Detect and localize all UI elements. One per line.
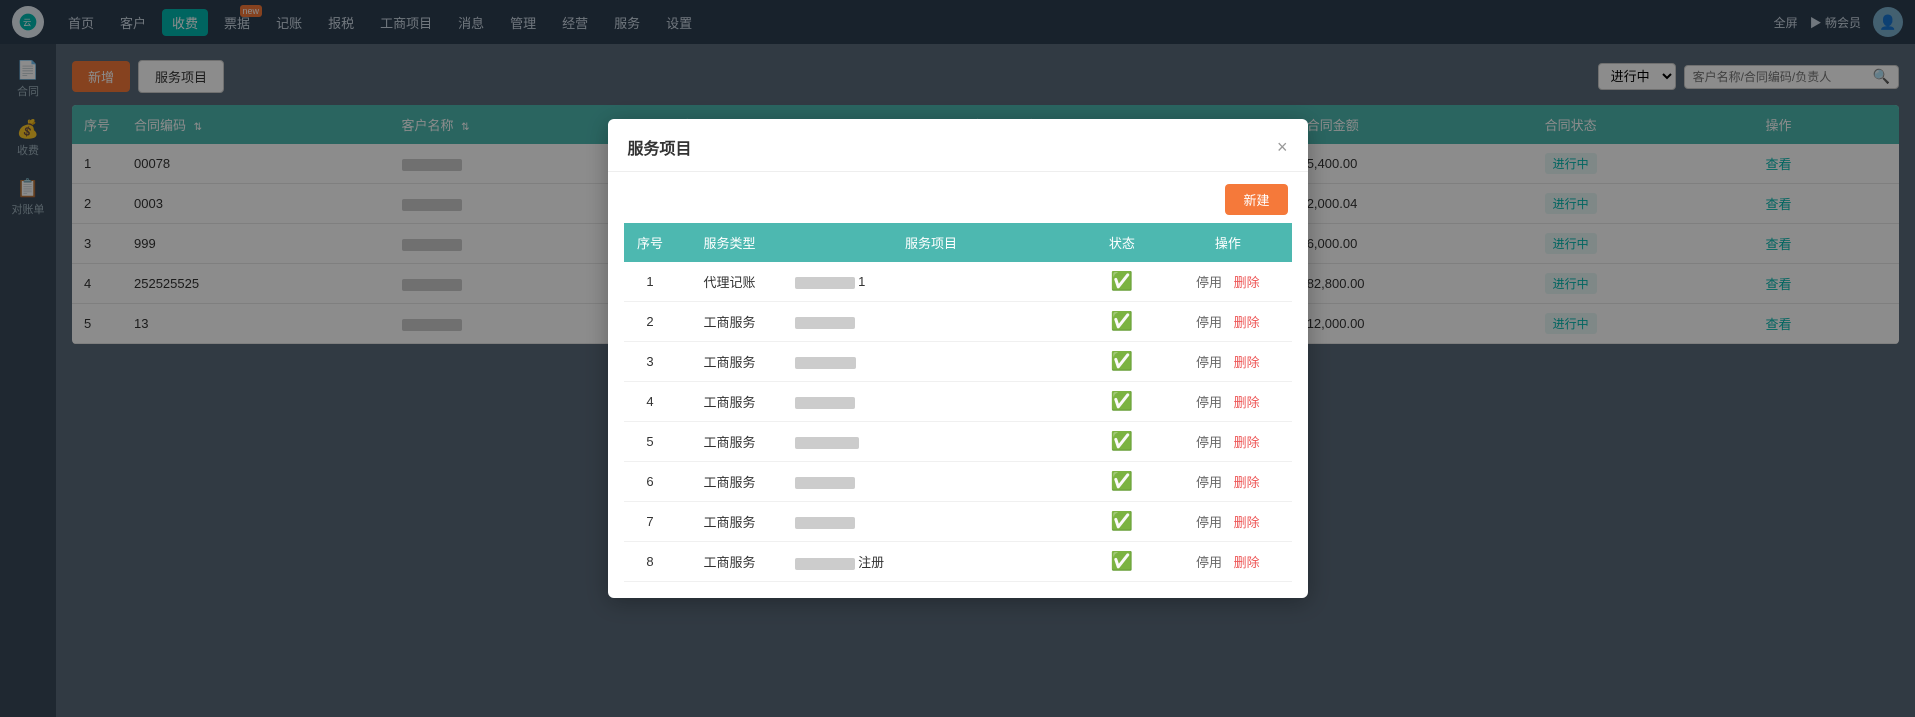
modal-cell-item: 1 xyxy=(783,262,1080,302)
modal-cell-type: 工商服务 xyxy=(677,502,783,542)
modal-cell-seq: 2 xyxy=(624,302,677,342)
modal-cell-status: ✅ xyxy=(1079,542,1164,582)
item-blurred xyxy=(795,477,855,489)
delete-button[interactable]: 删除 xyxy=(1234,315,1260,330)
delete-button[interactable]: 删除 xyxy=(1234,355,1260,370)
modal-cell-action: 停用 删除 xyxy=(1164,462,1291,502)
modal-cell-status: ✅ xyxy=(1079,262,1164,302)
modal-col-status: 状态 xyxy=(1079,223,1164,262)
stop-button[interactable]: 停用 xyxy=(1196,555,1222,570)
item-blurred xyxy=(795,357,856,369)
modal-cell-status: ✅ xyxy=(1079,462,1164,502)
delete-button[interactable]: 删除 xyxy=(1234,395,1260,410)
modal-cell-action: 停用 删除 xyxy=(1164,502,1291,542)
modal-table-row: 1 代理记账 1 ✅ 停用 删除 xyxy=(624,262,1292,302)
modal-cell-type: 工商服务 xyxy=(677,542,783,582)
modal-cell-type: 工商服务 xyxy=(677,422,783,462)
stop-button[interactable]: 停用 xyxy=(1196,355,1222,370)
modal-cell-seq: 3 xyxy=(624,342,677,382)
modal-cell-status: ✅ xyxy=(1079,342,1164,382)
delete-button[interactable]: 删除 xyxy=(1234,515,1260,530)
modal-cell-action: 停用 删除 xyxy=(1164,262,1291,302)
modal-cell-action: 停用 删除 xyxy=(1164,342,1291,382)
modal-cell-seq: 1 xyxy=(624,262,677,302)
modal-cell-item xyxy=(783,382,1080,422)
status-check-icon: ✅ xyxy=(1111,271,1133,291)
delete-button[interactable]: 删除 xyxy=(1234,435,1260,450)
stop-button[interactable]: 停用 xyxy=(1196,315,1222,330)
status-check-icon: ✅ xyxy=(1111,471,1133,491)
status-check-icon: ✅ xyxy=(1111,311,1133,331)
modal-col-type: 服务类型 xyxy=(677,223,783,262)
modal-cell-status: ✅ xyxy=(1079,422,1164,462)
modal-cell-type: 工商服务 xyxy=(677,302,783,342)
modal-cell-action: 停用 删除 xyxy=(1164,302,1291,342)
modal-toolbar: 新建 xyxy=(608,172,1308,223)
modal-col-item: 服务项目 xyxy=(783,223,1080,262)
modal-overlay[interactable]: 服务项目 × 新建 序号 服务类型 服务项目 状态 操作 1 代理记账 1 xyxy=(0,0,1915,717)
stop-button[interactable]: 停用 xyxy=(1196,435,1222,450)
modal-table: 序号 服务类型 服务项目 状态 操作 1 代理记账 1 ✅ 停用 删除 2 工商… xyxy=(624,223,1292,582)
delete-button[interactable]: 删除 xyxy=(1234,275,1260,290)
modal-table-row: 3 工商服务 ✅ 停用 删除 xyxy=(624,342,1292,382)
modal-cell-type: 代理记账 xyxy=(677,262,783,302)
modal-title: 服务项目 xyxy=(628,135,692,159)
stop-button[interactable]: 停用 xyxy=(1196,475,1222,490)
status-check-icon: ✅ xyxy=(1111,511,1133,531)
stop-button[interactable]: 停用 xyxy=(1196,515,1222,530)
modal-cell-action: 停用 删除 xyxy=(1164,542,1291,582)
modal-cell-status: ✅ xyxy=(1079,382,1164,422)
modal-table-row: 8 工商服务 注册 ✅ 停用 删除 xyxy=(624,542,1292,582)
modal-cell-type: 工商服务 xyxy=(677,342,783,382)
modal-cell-status: ✅ xyxy=(1079,302,1164,342)
modal-new-button[interactable]: 新建 xyxy=(1225,184,1287,215)
modal-cell-item xyxy=(783,502,1080,542)
delete-button[interactable]: 删除 xyxy=(1234,555,1260,570)
delete-button[interactable]: 删除 xyxy=(1234,475,1260,490)
modal-cell-type: 工商服务 xyxy=(677,382,783,422)
stop-button[interactable]: 停用 xyxy=(1196,395,1222,410)
item-blurred xyxy=(795,517,855,529)
status-check-icon: ✅ xyxy=(1111,431,1133,451)
modal-header: 服务项目 × xyxy=(608,119,1308,172)
modal-cell-item xyxy=(783,342,1080,382)
item-blurred xyxy=(795,437,859,449)
modal-table-row: 2 工商服务 ✅ 停用 删除 xyxy=(624,302,1292,342)
modal-cell-seq: 4 xyxy=(624,382,677,422)
status-check-icon: ✅ xyxy=(1111,551,1133,571)
modal-table-row: 5 工商服务 ✅ 停用 删除 xyxy=(624,422,1292,462)
modal-cell-seq: 5 xyxy=(624,422,677,462)
modal-cell-seq: 8 xyxy=(624,542,677,582)
modal-table-row: 6 工商服务 ✅ 停用 删除 xyxy=(624,462,1292,502)
modal-cell-item xyxy=(783,462,1080,502)
item-blurred xyxy=(795,397,855,409)
modal-table-row: 7 工商服务 ✅ 停用 删除 xyxy=(624,502,1292,542)
modal-cell-item: 注册 xyxy=(783,542,1080,582)
item-text: 注册 xyxy=(795,555,885,570)
modal-cell-status: ✅ xyxy=(1079,502,1164,542)
modal-cell-item xyxy=(783,422,1080,462)
modal-col-action: 操作 xyxy=(1164,223,1291,262)
item-text: 1 xyxy=(795,274,866,289)
modal-close-button[interactable]: × xyxy=(1277,137,1288,158)
modal-cell-seq: 6 xyxy=(624,462,677,502)
modal-table-row: 4 工商服务 ✅ 停用 删除 xyxy=(624,382,1292,422)
service-modal: 服务项目 × 新建 序号 服务类型 服务项目 状态 操作 1 代理记账 1 xyxy=(608,119,1308,598)
modal-cell-action: 停用 删除 xyxy=(1164,382,1291,422)
modal-col-seq: 序号 xyxy=(624,223,677,262)
modal-cell-action: 停用 删除 xyxy=(1164,422,1291,462)
status-check-icon: ✅ xyxy=(1111,391,1133,411)
modal-cell-seq: 7 xyxy=(624,502,677,542)
modal-cell-type: 工商服务 xyxy=(677,462,783,502)
modal-cell-item xyxy=(783,302,1080,342)
stop-button[interactable]: 停用 xyxy=(1196,275,1222,290)
status-check-icon: ✅ xyxy=(1111,351,1133,371)
modal-table-wrap: 序号 服务类型 服务项目 状态 操作 1 代理记账 1 ✅ 停用 删除 2 工商… xyxy=(608,223,1308,598)
item-blurred xyxy=(795,317,855,329)
